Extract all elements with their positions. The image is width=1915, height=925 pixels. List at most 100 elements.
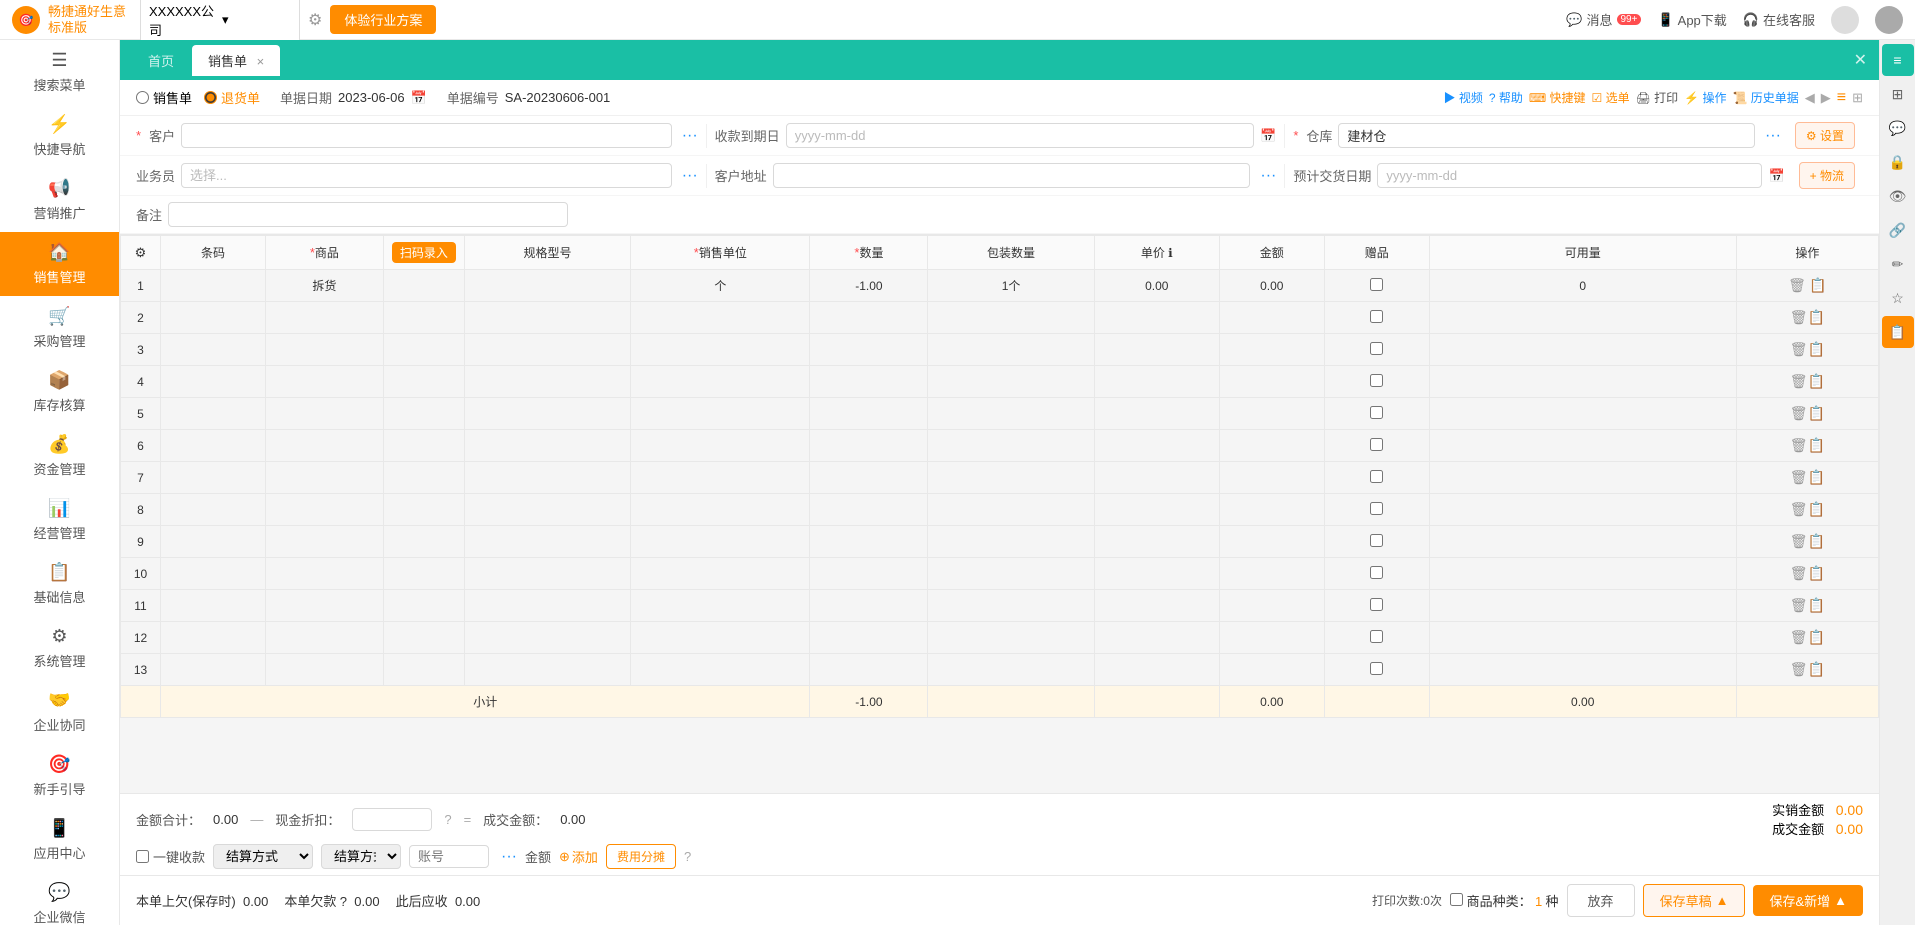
delete-icon[interactable]: 🗑 <box>1790 501 1808 518</box>
row-spec[interactable] <box>464 270 630 302</box>
customer-input[interactable] <box>181 123 672 148</box>
radio-sales[interactable]: 销售单 <box>136 88 192 107</box>
th-scan[interactable]: 扫码录入 <box>383 236 464 270</box>
delete-icon[interactable]: 🗑 <box>1790 597 1808 614</box>
scan-button[interactable]: 扫码录入 <box>392 242 456 263</box>
expense-button[interactable]: 费用分摊 <box>606 844 676 869</box>
tab-home[interactable]: 首页 <box>132 45 190 76</box>
save-new-button[interactable]: 保存&新增 ▲ <box>1753 885 1863 916</box>
nav-next-icon[interactable]: ▶ <box>1821 90 1831 106</box>
video-btn[interactable]: ▶ 视频 <box>1444 89 1483 106</box>
sidebar-item-quick-nav[interactable]: ⚡ 快捷导航 <box>0 104 119 168</box>
right-panel-lock-btn[interactable]: 🔒 <box>1882 146 1914 178</box>
copy-icon[interactable]: 📋 <box>1808 373 1825 390</box>
right-panel-chat-btn[interactable]: 💬 <box>1882 112 1914 144</box>
sidebar-item-purchase[interactable]: 🛒 采购管理 <box>0 296 119 360</box>
list-icon[interactable]: ≡ <box>1837 89 1846 107</box>
message-button[interactable]: 💬 消息 99+ <box>1566 10 1641 29</box>
copy-icon[interactable]: 📋 <box>1808 597 1825 614</box>
right-panel-pencil-btn[interactable]: ✏ <box>1882 248 1914 280</box>
delete-icon[interactable]: 🗑 <box>1790 565 1808 582</box>
row-unit-price[interactable]: 0.00 <box>1094 270 1219 302</box>
receipt-calendar-icon[interactable]: 📅 <box>1260 128 1276 144</box>
delete-icon[interactable]: 🗑 <box>1790 405 1808 422</box>
sidebar-item-system[interactable]: ⚙ 系统管理 <box>0 616 119 680</box>
delete-icon[interactable]: 🗑 <box>1790 437 1808 454</box>
sidebar-item-wechat[interactable]: 💬 企业微信 <box>0 872 119 925</box>
warehouse-dots[interactable]: ··· <box>1765 127 1781 145</box>
copy-icon[interactable]: 📋 <box>1808 469 1825 486</box>
salesperson-dots[interactable]: ··· <box>682 167 698 185</box>
sidebar-item-finance[interactable]: 💰 资金管理 <box>0 424 119 488</box>
discount-input[interactable] <box>352 808 432 831</box>
help-btn[interactable]: ? 帮助 <box>1489 89 1523 106</box>
right-panel-action-btn[interactable]: 📋 <box>1882 316 1914 348</box>
avatar-2[interactable] <box>1875 6 1903 34</box>
online-service-button[interactable]: 🎧 在线客服 <box>1743 10 1815 29</box>
copy-icon[interactable]: 📋 <box>1808 309 1825 326</box>
copy-icon[interactable]: 📋 <box>1808 533 1825 550</box>
company-selector[interactable]: XXXXXX公司 ▾ <box>140 0 300 44</box>
row-quantity[interactable]: -1.00 <box>810 270 928 302</box>
delete-icon[interactable]: 🗑 <box>1790 661 1808 678</box>
account-dots[interactable]: ··· <box>501 848 517 866</box>
copy-icon[interactable]: 📋 <box>1808 661 1825 678</box>
print-btn[interactable]: 🖨 打印 <box>1636 89 1679 106</box>
copy-icon[interactable]: 📋 <box>1808 629 1825 646</box>
copy-icon[interactable]: 📋 <box>1808 405 1825 422</box>
delete-icon[interactable]: 🗑 <box>1790 533 1808 550</box>
row-gift[interactable] <box>1324 270 1429 302</box>
sidebar-item-marketing[interactable]: 📢 营销推广 <box>0 168 119 232</box>
abandon-button[interactable]: 放弃 <box>1567 884 1635 917</box>
right-panel-link-btn[interactable]: 🔗 <box>1882 214 1914 246</box>
logistics-button[interactable]: + 物流 <box>1799 162 1855 189</box>
sidebar-item-inventory[interactable]: 📦 库存核算 <box>0 360 119 424</box>
copy-icon[interactable]: 📋 <box>1808 437 1825 454</box>
app-download-button[interactable]: 📱 App下载 <box>1657 10 1726 29</box>
notes-input[interactable] <box>168 202 568 227</box>
addr-dots[interactable]: ··· <box>1260 167 1276 185</box>
expected-calendar-icon[interactable]: 📅 <box>1768 168 1784 184</box>
sidebar-item-sales[interactable]: 🏠 销售管理 <box>0 232 119 296</box>
copy-icon[interactable]: 📋 <box>1809 277 1826 294</box>
tab-close-button[interactable]: ✕ <box>1854 50 1867 70</box>
sidebar-item-operations[interactable]: 📊 经营管理 <box>0 488 119 552</box>
operate-btn[interactable]: ⚡ 操作 <box>1684 89 1726 106</box>
settings-icon[interactable]: ⚙ <box>308 10 322 30</box>
right-panel-list-btn[interactable]: ≡ <box>1882 44 1914 76</box>
row-barcode[interactable] <box>161 270 266 302</box>
delete-icon[interactable]: 🗑 <box>1790 341 1808 358</box>
radio-return[interactable]: 退货单 <box>204 88 260 107</box>
account-input[interactable] <box>409 845 489 868</box>
avatar[interactable] <box>1831 6 1859 34</box>
settlement-select[interactable]: 结算方式 <box>213 844 313 869</box>
one-click-checkbox[interactable]: 一键收款 <box>136 847 205 866</box>
salesperson-input[interactable] <box>181 163 672 188</box>
right-panel-grid-btn[interactable]: ⊞ <box>1882 78 1914 110</box>
customer-addr-input[interactable] <box>773 163 1251 188</box>
tab-close-icon[interactable]: × <box>257 54 265 69</box>
shortcut-btn[interactable]: ⌨ 快捷键 <box>1529 89 1586 106</box>
copy-icon[interactable]: 📋 <box>1808 565 1825 582</box>
add-button[interactable]: ⊕ 添加 <box>559 847 598 866</box>
receipt-date-input[interactable] <box>786 123 1254 148</box>
right-panel-eye-btn[interactable]: 👁 <box>1882 180 1914 212</box>
history-btn[interactable]: 📜 历史单据 <box>1732 89 1798 106</box>
delete-icon[interactable]: 🗑 <box>1790 629 1808 646</box>
grid-icon[interactable]: ⊞ <box>1852 90 1863 106</box>
calendar-icon[interactable]: 📅 <box>411 90 427 106</box>
product-type-checkbox[interactable] <box>1450 894 1467 909</box>
sidebar-item-app-center[interactable]: 📱 应用中心 <box>0 808 119 872</box>
sidebar-item-basic[interactable]: 📋 基础信息 <box>0 552 119 616</box>
right-panel-star-btn[interactable]: ☆ <box>1882 282 1914 314</box>
settings-button[interactable]: ⚙ 设置 <box>1795 122 1855 149</box>
delete-icon[interactable]: 🗑 <box>1790 373 1808 390</box>
copy-icon[interactable]: 📋 <box>1808 501 1825 518</box>
delete-icon[interactable]: 🗑 <box>1790 469 1808 486</box>
sidebar-item-guide[interactable]: 🎯 新手引导 <box>0 744 119 808</box>
sidebar-item-enterprise[interactable]: 🤝 企业协同 <box>0 680 119 744</box>
account-select[interactable]: 结算方式 <box>321 844 401 869</box>
trial-button[interactable]: 体验行业方案 <box>330 5 436 34</box>
select-btn[interactable]: ☑ 选单 <box>1592 89 1630 106</box>
warehouse-input[interactable] <box>1338 123 1755 148</box>
